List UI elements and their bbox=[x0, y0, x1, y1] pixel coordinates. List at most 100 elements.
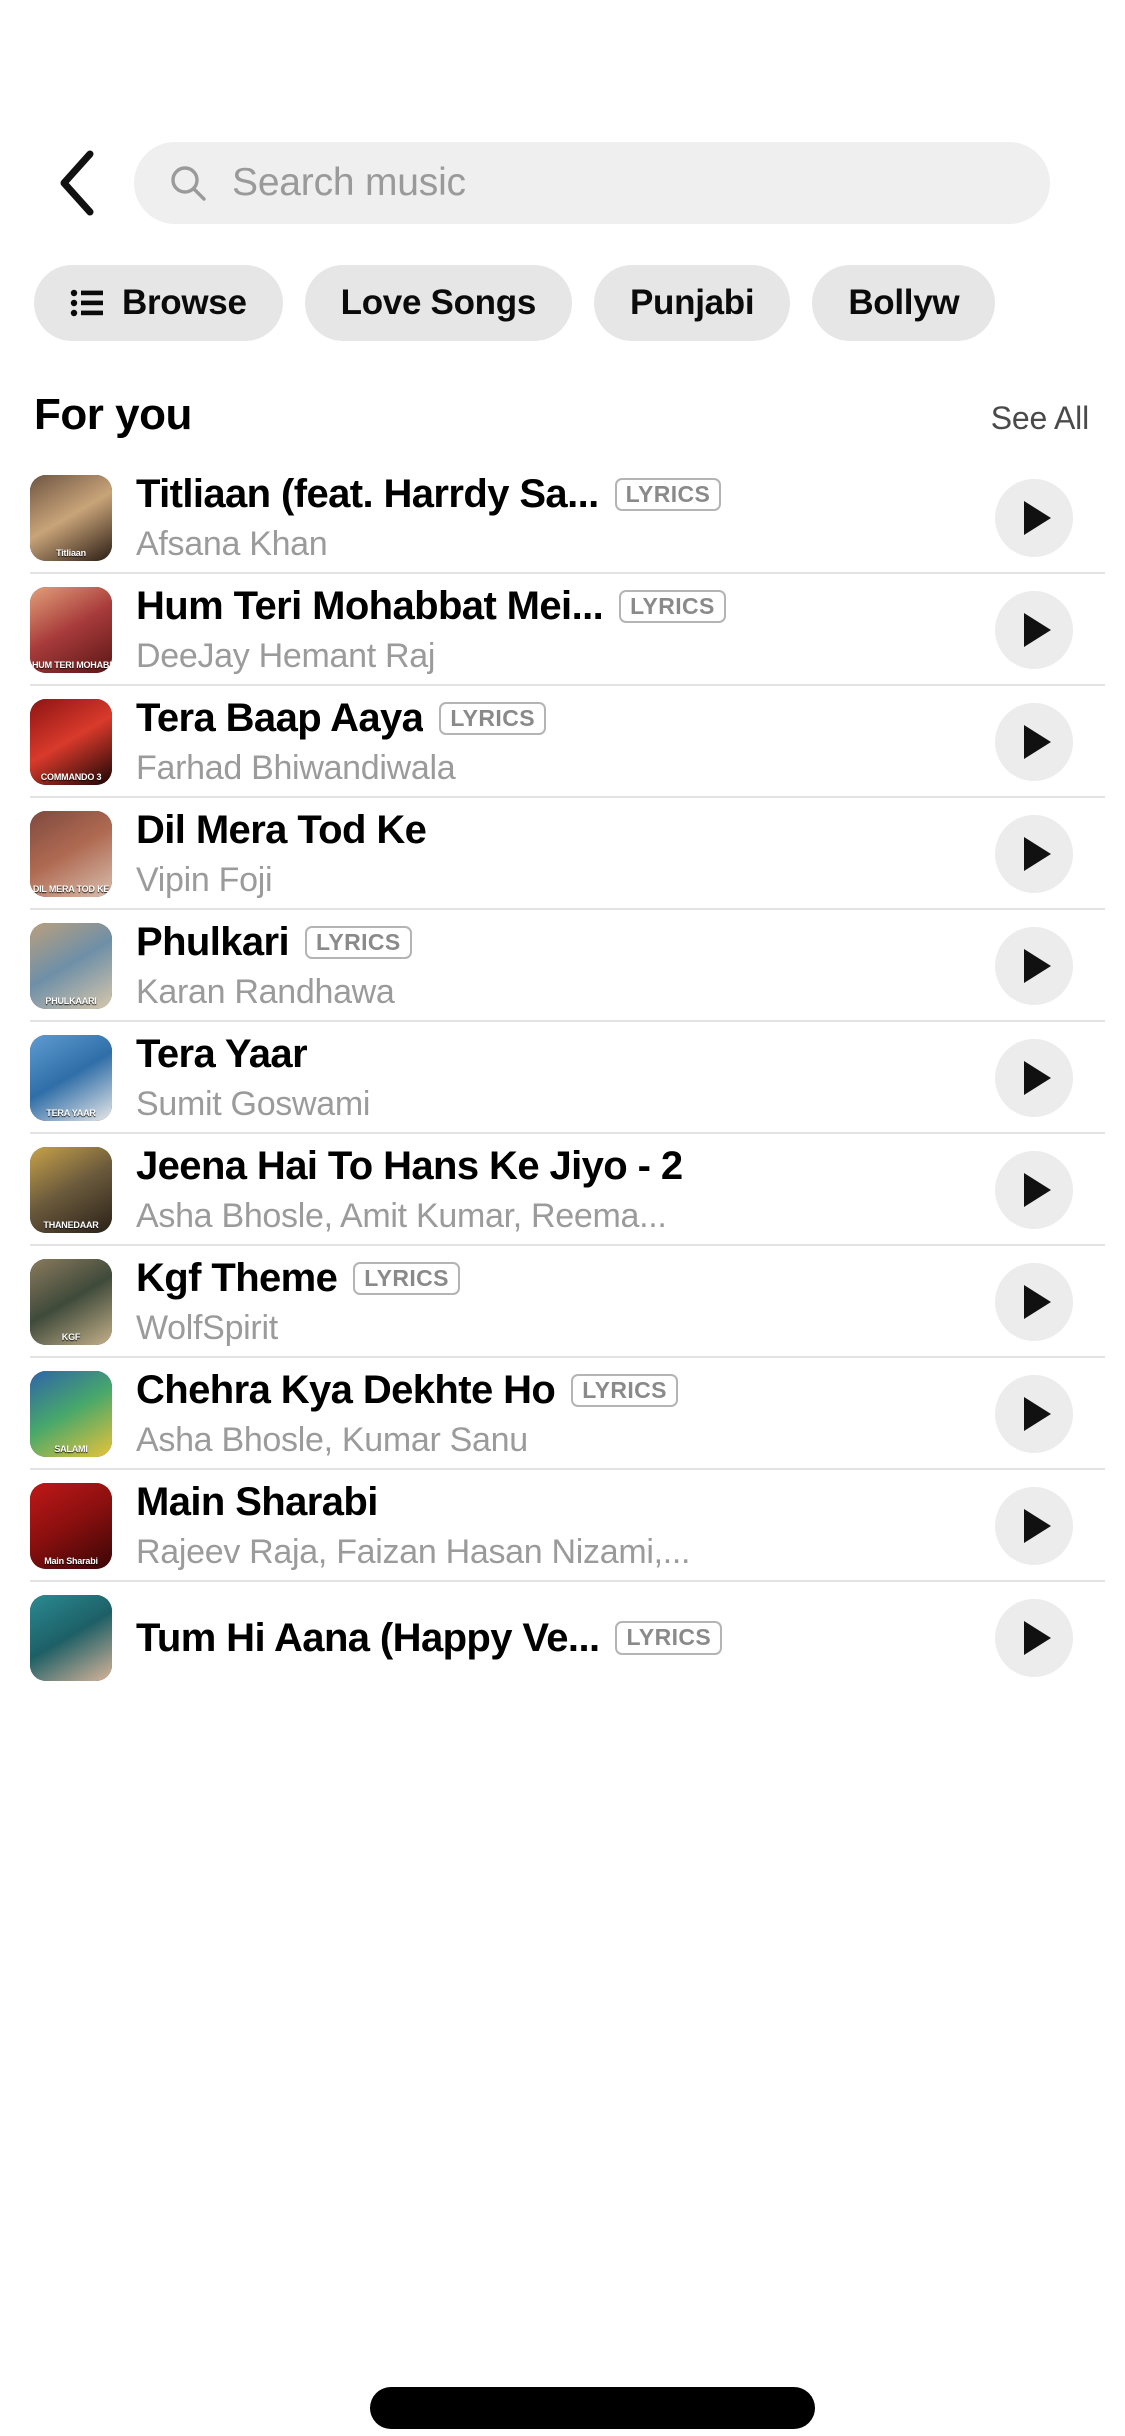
song-row[interactable]: Tum Hi Aana (Happy Ve... LYRICS bbox=[0, 1582, 1125, 1694]
song-row[interactable]: DIL MERA TOD KE Dil Mera Tod Ke Vipin Foji bbox=[0, 798, 1125, 910]
song-title: Chehra Kya Dekhte Ho bbox=[136, 1368, 556, 1412]
filter-chips-row[interactable]: Browse Love Songs Punjabi Bollyw bbox=[0, 238, 1125, 346]
song-meta: Main Sharabi Rajeev Raja, Faizan Hasan Ni… bbox=[136, 1480, 995, 1572]
album-art bbox=[30, 1595, 112, 1681]
play-icon bbox=[1024, 501, 1051, 535]
song-row[interactable]: TERA YAAR Tera Yaar Sumit Goswami bbox=[0, 1022, 1125, 1134]
search-input[interactable]: Search music bbox=[134, 142, 1050, 224]
song-title-line: Kgf Theme LYRICS bbox=[136, 1256, 977, 1301]
song-meta: Chehra Kya Dekhte Ho LYRICS Asha Bhosle, K… bbox=[136, 1368, 995, 1460]
play-button[interactable] bbox=[995, 591, 1073, 669]
song-artist: Asha Bhosle, Amit Kumar, Reema... bbox=[136, 1197, 667, 1235]
play-button[interactable] bbox=[995, 1375, 1073, 1453]
album-art-label: KGF bbox=[61, 1332, 81, 1342]
song-artist: Rajeev Raja, Faizan Hasan Nizami,... bbox=[136, 1533, 691, 1571]
album-art: HUM TERI MOHABBAT MEIN bbox=[30, 587, 112, 673]
song-title-line: Main Sharabi bbox=[136, 1480, 977, 1525]
song-meta: Hum Teri Mohabbat Mei... LYRICS DeeJay Hem… bbox=[136, 584, 995, 676]
page-title: For you bbox=[34, 390, 192, 439]
song-row[interactable]: KGF Kgf Theme LYRICS WolfSpirit bbox=[0, 1246, 1125, 1358]
album-art: PHULKAARI bbox=[30, 923, 112, 1009]
search-header: Search music bbox=[0, 128, 1125, 238]
song-list: Titliaan Titliaan (feat. Harrdy Sa... LYRI… bbox=[0, 462, 1125, 1694]
song-meta: Tum Hi Aana (Happy Ve... LYRICS bbox=[136, 1616, 995, 1661]
play-button[interactable] bbox=[995, 703, 1073, 781]
music-search-screen: Search music Browse Love Songs Punjabi B… bbox=[0, 0, 1125, 2436]
album-art: THANEDAAR bbox=[30, 1147, 112, 1233]
song-title-line: Jeena Hai To Hans Ke Jiyo - 2 bbox=[136, 1144, 977, 1189]
lyrics-badge: LYRICS bbox=[439, 701, 546, 736]
play-button[interactable] bbox=[995, 927, 1073, 1005]
song-row[interactable]: SALAMI Chehra Kya Dekhte Ho LYRICS Asha Bho… bbox=[0, 1358, 1125, 1470]
play-icon bbox=[1024, 837, 1051, 871]
chip-punjabi[interactable]: Punjabi bbox=[594, 265, 791, 341]
play-button[interactable] bbox=[995, 1487, 1073, 1565]
album-art-label: Main Sharabi bbox=[44, 1556, 98, 1566]
lyrics-badge: LYRICS bbox=[615, 1621, 723, 1655]
song-title: Main Sharabi bbox=[136, 1480, 378, 1524]
play-button[interactable] bbox=[995, 1039, 1073, 1117]
song-meta: Kgf Theme LYRICS WolfSpirit bbox=[136, 1256, 995, 1348]
play-icon bbox=[1024, 1061, 1051, 1095]
play-icon bbox=[1024, 1621, 1051, 1655]
song-artist: Sumit Goswami bbox=[136, 1085, 371, 1123]
album-art: COMMANDO 3 bbox=[30, 699, 112, 785]
song-title-line: Dil Mera Tod Ke bbox=[136, 808, 977, 853]
play-button[interactable] bbox=[995, 1263, 1073, 1341]
song-title: Phulkari bbox=[136, 920, 290, 964]
back-button[interactable] bbox=[40, 143, 112, 223]
list-icon bbox=[70, 286, 104, 320]
song-title-line: Tera Baap Aaya LYRICS bbox=[136, 696, 977, 741]
play-icon bbox=[1024, 613, 1051, 647]
song-title: Hum Teri Mohabbat Mei... bbox=[136, 584, 604, 628]
chip-label: Bollyw bbox=[848, 283, 960, 322]
song-artist: Afsana Khan bbox=[136, 525, 328, 563]
album-art-label: TERA YAAR bbox=[46, 1108, 96, 1118]
song-artist: WolfSpirit bbox=[136, 1309, 278, 1347]
song-title-line: Hum Teri Mohabbat Mei... LYRICS bbox=[136, 584, 977, 629]
lyrics-badge: LYRICS bbox=[619, 589, 726, 624]
chip-label: Love Songs bbox=[340, 283, 537, 322]
chip-label: Browse bbox=[122, 283, 247, 322]
album-art-label: PHULKAARI bbox=[45, 996, 97, 1006]
song-title-line: Titliaan (feat. Harrdy Sa... LYRICS bbox=[136, 472, 977, 517]
section-header-for-you: For you See All bbox=[0, 346, 1125, 462]
album-art: TERA YAAR bbox=[30, 1035, 112, 1121]
song-meta: Tera Baap Aaya LYRICS Farhad Bhiwandiwala bbox=[136, 696, 995, 788]
lyrics-badge: LYRICS bbox=[305, 925, 412, 960]
chip-label: Punjabi bbox=[630, 283, 755, 322]
album-art: DIL MERA TOD KE bbox=[30, 811, 112, 897]
album-art-label: THANEDAAR bbox=[43, 1220, 99, 1230]
song-row[interactable]: THANEDAAR Jeena Hai To Hans Ke Jiyo - 2 As… bbox=[0, 1134, 1125, 1246]
play-button[interactable] bbox=[995, 479, 1073, 557]
chevron-left-icon bbox=[54, 149, 98, 217]
song-row[interactable]: HUM TERI MOHABBAT MEIN Hum Teri Mohabbat … bbox=[0, 574, 1125, 686]
song-row[interactable]: COMMANDO 3 Tera Baap Aaya LYRICS Farhad Bhi… bbox=[0, 686, 1125, 798]
song-title-line: Tum Hi Aana (Happy Ve... LYRICS bbox=[136, 1616, 977, 1661]
play-icon bbox=[1024, 725, 1051, 759]
song-artist: Vipin Foji bbox=[136, 861, 273, 899]
song-title: Titliaan (feat. Harrdy Sa... bbox=[136, 472, 599, 516]
album-art: Main Sharabi bbox=[30, 1483, 112, 1569]
lyrics-badge: LYRICS bbox=[614, 477, 722, 512]
chip-love-songs[interactable]: Love Songs bbox=[304, 265, 573, 341]
search-icon bbox=[168, 163, 208, 203]
album-art-label: SALAMI bbox=[54, 1444, 88, 1454]
see-all-link[interactable]: See All bbox=[991, 400, 1089, 437]
song-title: Kgf Theme bbox=[136, 1256, 338, 1300]
play-icon bbox=[1024, 1397, 1051, 1431]
album-art: Titliaan bbox=[30, 475, 112, 561]
album-art-label: DIL MERA TOD KE bbox=[32, 884, 110, 894]
play-button[interactable] bbox=[995, 815, 1073, 893]
play-icon bbox=[1024, 1173, 1051, 1207]
chip-bollywood[interactable]: Bollyw bbox=[812, 265, 996, 341]
song-row[interactable]: Main Sharabi Main Sharabi Rajeev Raja, Fai… bbox=[0, 1470, 1125, 1582]
play-button[interactable] bbox=[995, 1599, 1073, 1677]
song-row[interactable]: PHULKAARI Phulkari LYRICS Karan Randhawa bbox=[0, 910, 1125, 1022]
chip-browse[interactable]: Browse bbox=[34, 265, 283, 341]
album-art: KGF bbox=[30, 1259, 112, 1345]
play-button[interactable] bbox=[995, 1151, 1073, 1229]
song-artist: Farhad Bhiwandiwala bbox=[136, 749, 456, 787]
album-art-label: Titliaan bbox=[56, 548, 86, 558]
song-row[interactable]: Titliaan Titliaan (feat. Harrdy Sa... LYRI… bbox=[0, 462, 1125, 574]
